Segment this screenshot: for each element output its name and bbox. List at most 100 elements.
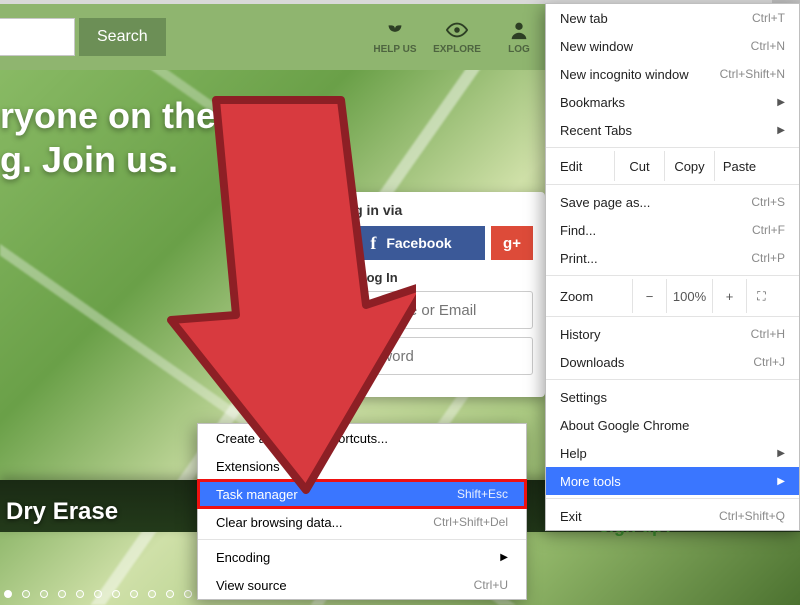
menu-item-label: Print... <box>560 251 598 266</box>
nav-login[interactable]: LOG <box>488 19 550 55</box>
submenu-item-clear-browsing-data[interactable]: Clear browsing data...Ctrl+Shift+Del <box>198 508 526 536</box>
hero-line2: g. Join us. <box>0 139 332 181</box>
google-plus-button[interactable]: g+ <box>491 226 533 260</box>
carousel-dot[interactable] <box>40 590 48 598</box>
carousel-dot[interactable] <box>148 590 156 598</box>
menu-item-recent-tabs[interactable]: Recent Tabs ▶ <box>546 116 799 144</box>
menu-item-history[interactable]: HistoryCtrl+H <box>546 320 799 348</box>
submenu-item-create-application-shortcuts[interactable]: Create application shortcuts... <box>198 424 526 452</box>
menu-item-label: More tools <box>560 474 621 489</box>
menu-item-label: Bookmarks <box>560 95 625 110</box>
carousel-dot[interactable] <box>130 590 138 598</box>
submenu-item-shortcut: Shift+Esc <box>457 487 508 501</box>
facebook-icon: f <box>370 233 376 254</box>
chevron-right-icon: ▶ <box>500 552 508 563</box>
copy-button[interactable]: Copy <box>664 151 714 181</box>
zoom-out-button[interactable]: − <box>632 279 666 313</box>
submenu-item-extensions[interactable]: Extensions <box>198 452 526 480</box>
paste-button[interactable]: Paste <box>714 151 764 181</box>
carousel-dot[interactable] <box>184 590 192 598</box>
nav-help-us[interactable]: HELP US <box>364 19 426 55</box>
top-nav: HELP US EXPLORE LOG <box>364 19 550 55</box>
search-button[interactable]: Search <box>79 18 166 56</box>
carousel-dot[interactable] <box>112 590 120 598</box>
chevron-right-icon: ▶ <box>777 97 785 108</box>
menu-item-save-page-as[interactable]: Save page as... Ctrl+S <box>546 188 799 216</box>
menu-item-help[interactable]: Help ▶ <box>546 439 799 467</box>
more-tools-submenu: Create application shortcuts... Extension… <box>197 423 527 600</box>
submenu-item-label: Extensions <box>216 459 280 474</box>
menu-item-shortcut: Ctrl+T <box>752 11 785 25</box>
login-card: Log in via f Facebook g+ Or, Log In <box>325 192 545 397</box>
search-input[interactable] <box>0 18 75 56</box>
carousel-dot[interactable] <box>166 590 174 598</box>
eraser-caption: Dry Erase <box>6 498 118 526</box>
seedling-icon <box>384 19 406 41</box>
zoom-in-button[interactable]: + <box>712 279 746 313</box>
menu-item-label: Downloads <box>560 355 624 370</box>
password-field[interactable] <box>337 337 533 375</box>
menu-item-more-tools[interactable]: More tools ▶ <box>546 467 799 495</box>
menu-item-new-incognito-window[interactable]: New incognito windowCtrl+Shift+N <box>546 60 799 88</box>
menu-item-label: Find... <box>560 223 596 238</box>
menu-item-downloads[interactable]: DownloadsCtrl+J <box>546 348 799 376</box>
submenu-item-task-manager[interactable]: Task manager Shift+Esc <box>198 480 526 508</box>
menu-item-label: Recent Tabs <box>560 123 632 138</box>
menu-item-shortcut: Ctrl+H <box>751 327 785 341</box>
carousel-dot[interactable] <box>58 590 66 598</box>
menu-item-label: New tab <box>560 11 608 26</box>
menu-item-label: Save page as... <box>560 195 650 210</box>
or-login-label: Or, Log In <box>337 270 533 285</box>
login-title: Log in via <box>337 202 533 218</box>
carousel-dot[interactable] <box>4 590 12 598</box>
chevron-right-icon: ▶ <box>777 125 785 136</box>
carousel-dot[interactable] <box>76 590 84 598</box>
menu-item-new-tab[interactable]: New tab Ctrl+T <box>546 4 799 32</box>
facebook-button[interactable]: f Facebook <box>337 226 485 260</box>
menu-item-about-google-chrome[interactable]: About Google Chrome <box>546 411 799 439</box>
submenu-item-label: Task manager <box>216 487 298 502</box>
zoom-percent: 100% <box>666 279 712 313</box>
facebook-label: Facebook <box>386 235 451 251</box>
carousel-dots <box>4 590 210 598</box>
menu-item-exit[interactable]: ExitCtrl+Shift+Q <box>546 502 799 530</box>
submenu-item-label: Create application shortcuts... <box>216 431 388 446</box>
username-field[interactable] <box>337 291 533 329</box>
menu-item-label: Exit <box>560 509 582 524</box>
menu-edit-row: EditCutCopyPaste <box>546 151 799 181</box>
chevron-right-icon: ▶ <box>777 476 785 487</box>
submenu-item-encoding[interactable]: Encoding▶ <box>198 543 526 571</box>
eye-icon <box>446 19 468 41</box>
submenu-item-shortcut: Ctrl+U <box>474 578 508 592</box>
carousel-dot[interactable] <box>22 590 30 598</box>
user-icon <box>508 19 530 41</box>
edit-label: Edit <box>560 159 614 174</box>
menu-item-shortcut: Ctrl+S <box>751 195 785 209</box>
hero-text: ryone on the planet g. Join us. <box>0 95 332 181</box>
menu-item-find[interactable]: Find...Ctrl+F <box>546 216 799 244</box>
menu-item-label: About Google Chrome <box>560 418 689 433</box>
menu-item-bookmarks[interactable]: Bookmarks ▶ <box>546 88 799 116</box>
carousel-dot[interactable] <box>94 590 102 598</box>
menu-item-shortcut: Ctrl+P <box>751 251 785 265</box>
menu-item-new-window[interactable]: New windowCtrl+N <box>546 32 799 60</box>
menu-item-label: Settings <box>560 390 607 405</box>
chevron-right-icon: ▶ <box>777 448 785 459</box>
nav-label: LOG <box>508 44 530 55</box>
menu-item-settings[interactable]: Settings <box>546 383 799 411</box>
submenu-item-label: View source <box>216 578 287 593</box>
nav-label: EXPLORE <box>433 44 481 55</box>
submenu-item-shortcut: Ctrl+Shift+Del <box>433 515 508 529</box>
menu-item-label: Help <box>560 446 587 461</box>
menu-zoom-row: Zoom−100%+⛶ <box>546 279 799 313</box>
menu-item-shortcut: Ctrl+N <box>751 39 785 53</box>
site-topbar: Search HELP US EXPLORE LOG <box>0 0 550 70</box>
nav-explore[interactable]: EXPLORE <box>426 19 488 55</box>
submenu-item-view-source[interactable]: View source Ctrl+U <box>198 571 526 599</box>
menu-item-shortcut: Ctrl+Shift+N <box>720 67 785 81</box>
menu-item-print[interactable]: Print... Ctrl+P <box>546 244 799 272</box>
zoom-label: Zoom <box>560 289 632 304</box>
fullscreen-button[interactable]: ⛶ <box>746 279 776 313</box>
cut-button[interactable]: Cut <box>614 151 664 181</box>
chrome-menu: New tab Ctrl+T New windowCtrl+NNew incogni… <box>545 3 800 531</box>
